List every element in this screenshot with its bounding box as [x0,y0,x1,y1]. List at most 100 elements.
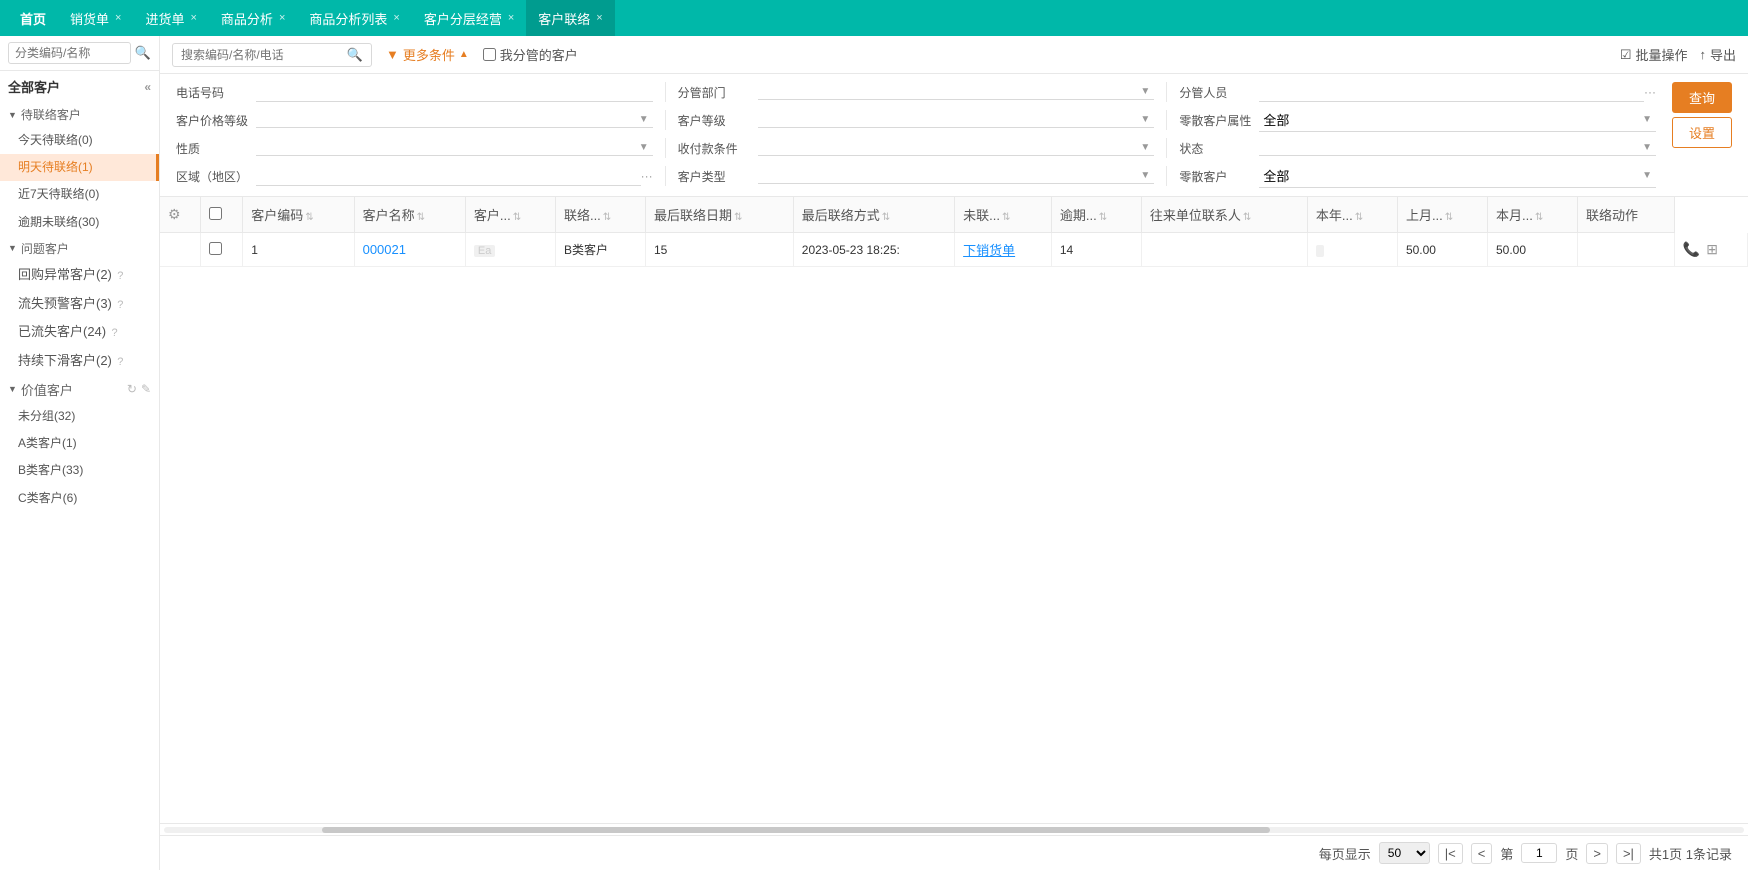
bulk-operation-button[interactable]: ☑ 批量操作 [1620,45,1688,64]
filter-dept-select[interactable]: ▼ [758,84,1155,100]
nav-purchase-order[interactable]: 进货单 × [133,0,208,36]
last-page-button[interactable]: >| [1616,843,1641,864]
filter-status-label: 状态 [1179,140,1259,157]
nav-customer-segmentation[interactable]: 客户分层经营 × [412,0,526,36]
sidebar-item-declining[interactable]: 持续下滑客户(2) ? [0,347,159,376]
sidebar-pending-section[interactable]: 待联络客户 [0,102,159,127]
filter-person-label: 分管人员 [1179,84,1259,101]
sidebar-item-tomorrow-pending[interactable]: 明天待联络(1) [0,154,159,181]
sidebar-item-overdue-pending[interactable]: 逾期未联络(30) [0,209,159,236]
nav-home[interactable]: 首页 [8,0,58,36]
overdue-sort-icon[interactable]: ⇅ [1099,212,1107,223]
sidebar-search-icon[interactable]: 🔍 [135,45,151,61]
name-sort-icon[interactable]: ⇅ [417,212,425,223]
close-customer-segmentation-icon[interactable]: × [508,12,514,24]
page-input[interactable] [1521,843,1557,863]
th-last-contact-date: 最后联络日期⇅ [646,197,794,233]
customer-code-link[interactable]: 000021 [363,242,406,257]
this-month-sort-icon[interactable]: ⇅ [1535,212,1543,223]
filter-retail-customer-label: 零散客户 [1179,168,1259,185]
filter-price-level-select[interactable]: ▼ [256,112,653,128]
table-row: 1 000021 Ea B类客户 15 2023-05-23 18:25: 下销… [160,233,1748,267]
sidebar-item-repurchase-abnormal[interactable]: 回购异常客户(2) ? [0,261,159,290]
phone-action-icon[interactable]: 📞 [1683,241,1700,258]
pagination: 每页显示 50 100 200 |< < 第 页 > >| 共1页 1条记录 [160,835,1748,870]
close-purchase-order-icon[interactable]: × [190,12,196,24]
prev-page-button[interactable]: < [1471,843,1493,864]
sidebar-search-area: 🔍 [0,36,159,71]
filter-person-dots[interactable]: ··· [1644,85,1656,99]
close-sales-order-icon[interactable]: × [115,12,121,24]
select-all-checkbox[interactable] [209,207,222,220]
table-gear-icon[interactable]: ⚙ [168,206,181,222]
more-filter-button[interactable]: ▼ 更多条件 ▲ [380,42,475,67]
per-page-select[interactable]: 50 100 200 [1379,842,1430,864]
my-customers-checkbox[interactable] [483,48,496,61]
sidebar-item-churn-warning[interactable]: 流失预警客户(3) ? [0,290,159,319]
sidebar-item-ungrouped[interactable]: 未分组(32) [0,403,159,430]
export-button[interactable]: ↑ 导出 [1699,45,1736,64]
filter-retail-attr-select[interactable]: 全部 ▼ [1259,108,1656,132]
contact-method-link[interactable]: 下销货单 [963,243,1015,258]
sidebar-item-7days-pending[interactable]: 近7天待联络(0) [0,181,159,208]
contact-count-sort-icon[interactable]: ⇅ [603,212,611,223]
filter-dept-field: 分管部门 ▼ [678,84,1155,101]
sidebar-search-input[interactable] [8,42,131,64]
filter-nature-select[interactable]: ▼ [256,140,653,156]
filter-retail-customer-select[interactable]: 全部 ▼ [1259,164,1656,188]
close-product-analysis-icon[interactable]: × [279,12,285,24]
filter-payment-select[interactable]: ▼ [758,140,1155,156]
filter-customer-type-select[interactable]: ▼ [758,168,1155,184]
th-contact-count: 联络...⇅ [555,197,645,233]
row-checkbox[interactable] [209,242,222,255]
query-button[interactable]: 查询 [1672,82,1732,113]
last-month-sort-icon[interactable]: ⇅ [1445,212,1453,223]
filter-status-select[interactable]: ▼ [1259,140,1656,156]
sidebar-item-churned[interactable]: 已流失客户(24) ? [0,318,159,347]
sidebar-value-section-header[interactable]: ▼ 价值客户 ↻ ✎ [0,376,159,403]
sidebar-item-class-a[interactable]: A类客户(1) [0,430,159,457]
td-checkbox [201,233,243,267]
sidebar-collapse-icon: « [144,80,151,94]
contact-person-sort-icon[interactable]: ⇅ [1243,212,1251,223]
nav-sales-order[interactable]: 销货单 × [58,0,133,36]
last-contact-method-sort-icon[interactable]: ⇅ [882,212,890,223]
filter-person-input[interactable] [1259,83,1644,102]
next-page-button[interactable]: > [1586,843,1608,864]
sidebar-all-customers[interactable]: 全部客户 « [0,71,159,102]
horizontal-scrollbar[interactable] [160,823,1748,835]
this-year-sort-icon[interactable]: ⇅ [1355,212,1363,223]
status-chevron-icon: ▼ [1642,142,1652,153]
set-button[interactable]: 设置 [1672,117,1732,148]
sidebar-item-today-pending[interactable]: 今天待联络(0) [0,127,159,154]
type-sort-icon[interactable]: ⇅ [513,212,521,223]
filter-region-input[interactable] [256,167,641,186]
sidebar-item-class-b[interactable]: B类客户(33) [0,457,159,484]
nav-product-analysis[interactable]: 商品分析 × [209,0,297,36]
th-this-year: 本年...⇅ [1307,197,1397,233]
last-contact-date-sort-icon[interactable]: ⇅ [734,212,742,223]
sidebar-item-class-c[interactable]: C类客户(6) [0,485,159,512]
close-product-analysis-list-icon[interactable]: × [393,12,399,24]
first-page-button[interactable]: |< [1438,843,1463,864]
my-customers-checkbox-area[interactable]: 我分管的客户 [483,45,578,64]
search-input[interactable] [181,48,347,62]
grid-action-icon[interactable]: ⊞ [1706,241,1718,258]
filter-price-level-field: 客户价格等级 ▼ [176,112,653,129]
sidebar-problem-section[interactable]: 问题客户 [0,236,159,261]
filter-icon: ▼ [386,47,399,62]
th-last-contact-method: 最后联络方式⇅ [793,197,954,233]
toolbar-search-icon[interactable]: 🔍 [347,47,363,63]
code-sort-icon[interactable]: ⇅ [305,212,313,223]
filter-region-dots[interactable]: ··· [641,169,653,183]
filter-phone-input[interactable] [256,83,653,102]
td-contact-count: 15 [646,233,794,267]
th-actions: 联络动作 [1578,197,1675,233]
filter-customer-level-select[interactable]: ▼ [758,112,1155,128]
nav-customer-contact[interactable]: 客户联络 × [526,0,614,36]
pending-sort-icon[interactable]: ⇅ [1002,212,1010,223]
close-customer-contact-icon[interactable]: × [596,12,602,24]
nav-product-analysis-list[interactable]: 商品分析列表 × [297,0,411,36]
filter-retail-customer-field: 零散客户 全部 ▼ [1179,164,1656,188]
th-pending: 未联...⇅ [955,197,1052,233]
